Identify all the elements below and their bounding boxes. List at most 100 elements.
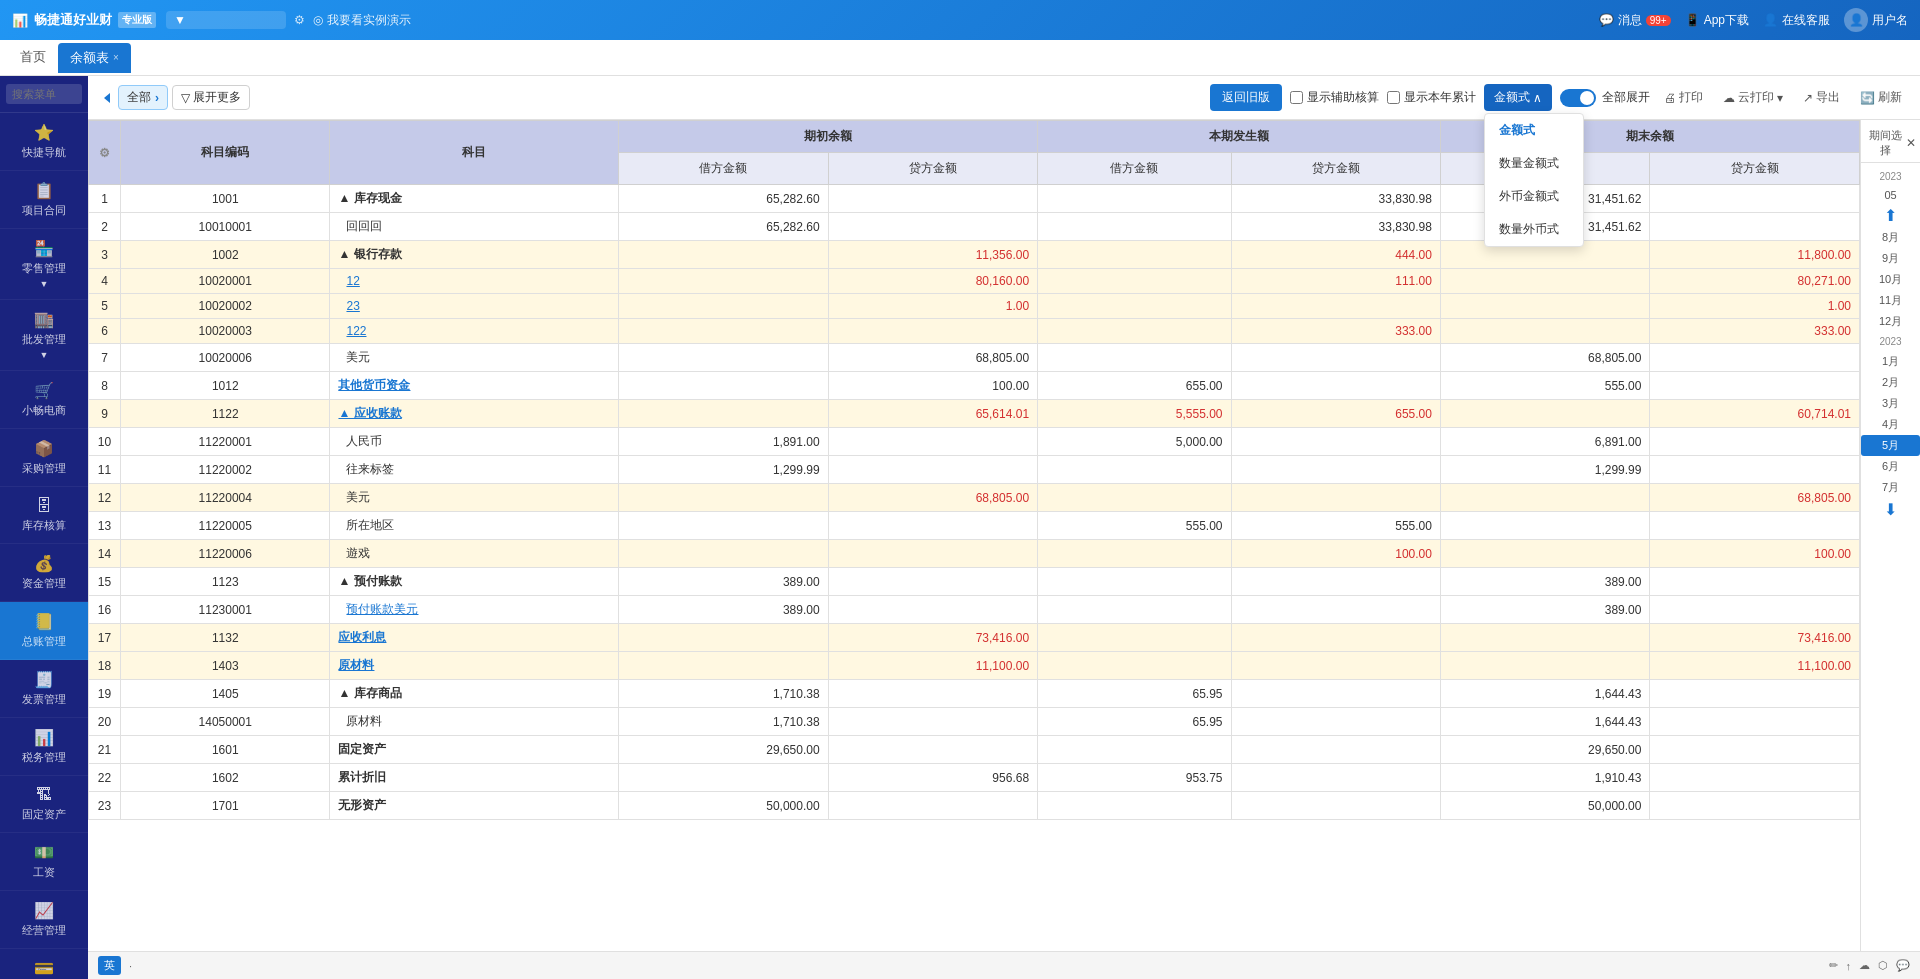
sidebar-item-retail[interactable]: 🏪 零售管理 ▼ — [0, 229, 88, 300]
scroll-up-btn[interactable]: ⬆ — [1882, 204, 1899, 227]
th-settings[interactable]: ⚙ — [89, 121, 121, 185]
lang-indicator[interactable]: 英 — [98, 956, 121, 975]
print-btn[interactable]: 🖨 打印 — [1658, 85, 1709, 110]
table-row[interactable]: 1411220006遊戏100.00100.00 — [89, 540, 1860, 568]
app-download-btn[interactable]: 📱 App下载 — [1685, 12, 1749, 29]
edit-icon[interactable]: ✏ — [1829, 959, 1838, 972]
subject-cell[interactable]: 122 — [330, 319, 619, 344]
table-row[interactable]: 151123▲ 预付账款389.00389.00 — [89, 568, 1860, 596]
month-11[interactable]: 11月 — [1861, 290, 1920, 311]
dropdown-item-amount[interactable]: 金额式 — [1485, 114, 1583, 147]
table-row[interactable]: 1111220002往来标签1,299.991,299.99 — [89, 456, 1860, 484]
sidebar-item-project-contract[interactable]: 📋 项目合同 — [0, 171, 88, 229]
table-row[interactable]: 11001▲ 库存现金65,282.6033,830.9831,451.62 — [89, 185, 1860, 213]
filter-tag[interactable]: 全部 › — [118, 85, 168, 110]
demo-link[interactable]: ◎ 我要看实例演示 — [313, 12, 411, 29]
sidebar-item-capital[interactable]: 💰 资金管理 — [0, 544, 88, 602]
month-9[interactable]: 9月 — [1861, 248, 1920, 269]
table-row[interactable]: 210010001回回回65,282.6033,830.9831,451.62 — [89, 213, 1860, 241]
expand-more-btn[interactable]: ▽ 展开更多 — [172, 85, 250, 110]
table-row[interactable]: 1311220005所在地区555.00555.00 — [89, 512, 1860, 540]
month-6[interactable]: 6月 — [1861, 456, 1920, 477]
table-row[interactable]: 710020006美元68,805.0068,805.00 — [89, 344, 1860, 372]
table-row[interactable]: 191405▲ 库存商品1,710.3865.951,644.43 — [89, 680, 1860, 708]
table-row[interactable]: 91122▲ 应收账款65,614.015,555.00655.0060,714… — [89, 400, 1860, 428]
subject-cell[interactable]: 原材料 — [330, 652, 619, 680]
online-service-btn[interactable]: 👤 在线客服 — [1763, 12, 1830, 29]
user-menu-btn[interactable]: 👤 用户名 — [1844, 8, 1908, 32]
sidebar-item-inventory[interactable]: 🗄 库存核算 — [0, 487, 88, 544]
month-10[interactable]: 10月 — [1861, 269, 1920, 290]
sidebar-item-quick-nav[interactable]: ⭐ 快捷导航 — [0, 113, 88, 171]
month-12[interactable]: 12月 — [1861, 311, 1920, 332]
hexagon-icon[interactable]: ⬡ — [1878, 959, 1888, 972]
view-mode-btn[interactable]: 金额式 ∧ — [1484, 84, 1552, 111]
sidebar-item-wholesale[interactable]: 🏬 批发管理 ▼ — [0, 300, 88, 371]
cloud-icon[interactable]: ☁ — [1859, 959, 1870, 972]
month-7[interactable]: 7月 — [1861, 477, 1920, 498]
month-2[interactable]: 2月 — [1861, 372, 1920, 393]
table-row[interactable]: 31002▲ 银行存款11,356.00444.0011,800.00 — [89, 241, 1860, 269]
month-05-top[interactable]: 05 — [1861, 186, 1920, 204]
table-settings-icon[interactable]: ⚙ — [99, 146, 110, 160]
sidebar-item-tax[interactable]: 📊 税务管理 — [0, 718, 88, 776]
back-arrow-icon[interactable] — [100, 91, 114, 105]
dropdown-item-qty-amount[interactable]: 数量金额式 — [1485, 147, 1583, 180]
messages-btn[interactable]: 💬 消息 99+ — [1599, 12, 1671, 29]
sidebar-item-ecommerce[interactable]: 🛒 小畅电商 — [0, 371, 88, 429]
sidebar-item-salary[interactable]: 💵 工资 — [0, 833, 88, 891]
expand-all-toggle[interactable]: 全部展开 — [1560, 89, 1650, 107]
table-row[interactable]: 181403原材料11,100.0011,100.00 — [89, 652, 1860, 680]
tab-balance[interactable]: 余额表 × — [58, 43, 131, 73]
month-1[interactable]: 1月 — [1861, 351, 1920, 372]
subject-cell[interactable]: ▲ 应收账款 — [330, 400, 619, 428]
cloud-print-btn[interactable]: ☁ 云打印 ▾ — [1717, 85, 1789, 110]
subject-cell[interactable]: 其他货币资金 — [330, 372, 619, 400]
show-auxiliary-label[interactable]: 显示辅助核算 — [1290, 89, 1379, 106]
table-row[interactable]: 610020003122333.00333.00 — [89, 319, 1860, 344]
dropdown-item-fx-amount[interactable]: 外币金额式 — [1485, 180, 1583, 213]
tab-home[interactable]: 首页 — [8, 42, 58, 74]
scroll-down-btn[interactable]: ⬇ — [1882, 498, 1899, 521]
sidebar-item-general-ledger[interactable]: 📒 总账管理 — [0, 602, 88, 660]
month-5-active[interactable]: 5月 — [1861, 435, 1920, 456]
table-row[interactable]: 1011220001人民币1,891.005,000.006,891.00 — [89, 428, 1860, 456]
company-selector[interactable]: ▼ — [166, 11, 286, 29]
tab-close-btn[interactable]: × — [113, 52, 119, 63]
refresh-btn[interactable]: 🔄 刷新 — [1854, 85, 1908, 110]
show-auxiliary-checkbox[interactable] — [1290, 91, 1303, 104]
table-row[interactable]: 1211220004美元68,805.0068,805.00 — [89, 484, 1860, 512]
subject-cell[interactable]: 预付账款美元 — [330, 596, 619, 624]
table-row[interactable]: 1611230001预付账款美元389.00389.00 — [89, 596, 1860, 624]
month-8[interactable]: 8月 — [1861, 227, 1920, 248]
month-4[interactable]: 4月 — [1861, 414, 1920, 435]
toggle-switch[interactable] — [1560, 89, 1596, 107]
table-row[interactable]: 81012其他货币资金100.00655.00555.00 — [89, 372, 1860, 400]
subject-cell[interactable]: 应收利息 — [330, 624, 619, 652]
subject-cell[interactable]: 12 — [330, 269, 619, 294]
back-old-btn[interactable]: 返回旧版 — [1210, 84, 1282, 111]
sidebar-item-sales[interactable]: 💳 小畅报销 — [0, 949, 88, 979]
show-ytd-label[interactable]: 显示本年累计 — [1387, 89, 1476, 106]
table-row[interactable]: 231701无形资产50,000.0050,000.00 — [89, 792, 1860, 820]
dropdown-item-qty-fx[interactable]: 数量外币式 — [1485, 213, 1583, 246]
table-row[interactable]: 171132应收利息73,416.0073,416.00 — [89, 624, 1860, 652]
table-row[interactable]: 211601固定资产29,650.0029,650.00 — [89, 736, 1860, 764]
chat-icon[interactable]: 💬 — [1896, 959, 1910, 972]
subject-cell[interactable]: 23 — [330, 294, 619, 319]
table-row[interactable]: 2014050001原材料1,710.3865.951,644.43 — [89, 708, 1860, 736]
sidebar-item-purchase[interactable]: 📦 采购管理 — [0, 429, 88, 487]
month-3[interactable]: 3月 — [1861, 393, 1920, 414]
sidebar-item-invoice[interactable]: 🧾 发票管理 — [0, 660, 88, 718]
export-btn[interactable]: ↗ 导出 — [1797, 85, 1846, 110]
sidebar-item-ops[interactable]: 📈 经营管理 — [0, 891, 88, 949]
upload-icon[interactable]: ↑ — [1846, 960, 1852, 972]
settings-icon[interactable]: ⚙ — [294, 13, 305, 27]
show-ytd-checkbox[interactable] — [1387, 91, 1400, 104]
table-row[interactable]: 4100200011280,160.00111.0080,271.00 — [89, 269, 1860, 294]
panel-close-icon[interactable]: ✕ — [1906, 136, 1916, 150]
search-input[interactable] — [6, 84, 82, 104]
table-row[interactable]: 221602累计折旧956.68953.751,910.43 — [89, 764, 1860, 792]
table-row[interactable]: 510020002231.001.00 — [89, 294, 1860, 319]
sidebar-item-fixed-assets[interactable]: 🏗 固定资产 — [0, 776, 88, 833]
